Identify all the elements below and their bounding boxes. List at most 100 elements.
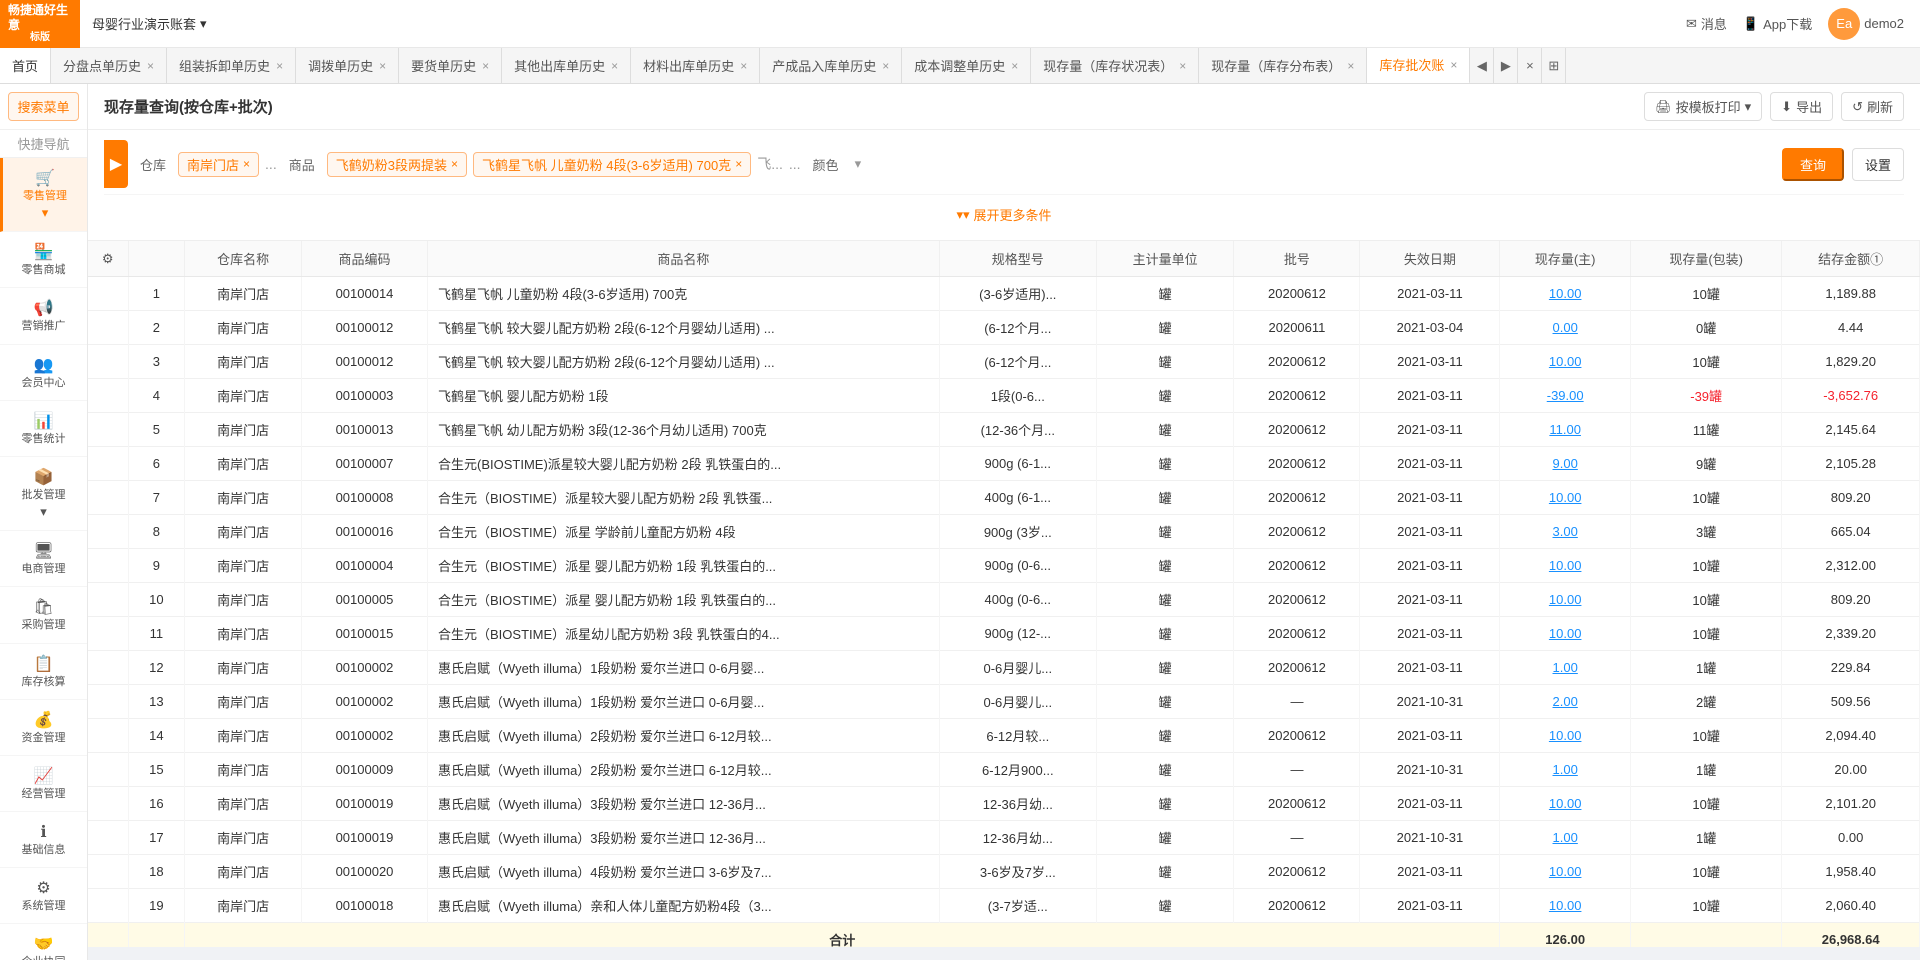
row-balance: 809.20 [1782, 583, 1920, 617]
sidebar-item-purchase[interactable]: 🛍 采购管理 [0, 587, 87, 643]
tab-nav-close[interactable]: × [1518, 48, 1542, 84]
tab-kucunpicizh-label: 库存批次账 [1379, 55, 1444, 74]
sidebar-item-inventory[interactable]: 📋 库存核算 [0, 644, 87, 700]
tab-chengben-label: 成本调整单历史 [914, 56, 1005, 75]
row-stock-main[interactable]: 10.00 [1500, 583, 1631, 617]
print-template-btn[interactable]: 🖨 按模板打印 ▾ [1644, 92, 1762, 121]
tab-fenpandian-close[interactable]: × [147, 59, 154, 73]
user-profile[interactable]: Ea demo2 [1828, 8, 1904, 40]
company-dropdown[interactable]: 母婴行业演示账套 ▾ [92, 14, 211, 33]
export-btn[interactable]: ⬇ 导出 [1770, 92, 1833, 121]
row-stock-main[interactable]: 10.00 [1500, 345, 1631, 379]
tab-qitachuku[interactable]: 其他出库单历史 × [502, 48, 631, 84]
product-filter-dots[interactable]: 飞... [757, 154, 783, 174]
tab-yaohuo[interactable]: 要货单历史 × [399, 48, 502, 84]
row-stock-main[interactable]: 10.00 [1500, 787, 1631, 821]
warehouse-tag-close[interactable]: × [243, 157, 250, 171]
tab-cailiaochu[interactable]: 材料出库单历史 × [631, 48, 760, 84]
tab-zuzhuang[interactable]: 组装拆卸单历史 × [167, 48, 296, 84]
tab-diaobo[interactable]: 调拨单历史 × [296, 48, 399, 84]
row-stock-main[interactable]: 10.00 [1500, 481, 1631, 515]
expand-more-btn[interactable]: ▾▾ 展开更多条件 [956, 201, 1051, 228]
row-spec: 12-36月幼... [939, 787, 1096, 821]
row-stock-main[interactable]: 3.00 [1500, 515, 1631, 549]
tab-fenpandian[interactable]: 分盘点单历史 × [51, 48, 167, 84]
sidebar-item-ecommerce[interactable]: 🖥 电商管理 [0, 531, 87, 587]
quick-nav-btn[interactable]: 快捷导航 [0, 130, 87, 158]
tab-chanchenpin-close[interactable]: × [882, 59, 889, 73]
row-stock-main[interactable]: -39.00 [1500, 379, 1631, 413]
export-label: 导出 [1796, 97, 1822, 116]
row-stock-main[interactable]: 10.00 [1500, 889, 1631, 923]
tab-kucunpicizh[interactable]: 库存批次账 × [1367, 48, 1470, 84]
col-settings[interactable]: ⚙ [88, 241, 128, 277]
row-stock-main[interactable]: 1.00 [1500, 753, 1631, 787]
row-stock-main[interactable]: 1.00 [1500, 821, 1631, 855]
sidebar-item-operations[interactable]: 📈 经营管理 [0, 756, 87, 812]
product-tag-1[interactable]: 飞鹤奶粉3段两提装 × [327, 152, 467, 177]
row-settings-cell [88, 447, 128, 481]
tab-chengben[interactable]: 成本调整单历史 × [902, 48, 1031, 84]
tab-nav-left[interactable]: ◀ [1470, 48, 1494, 84]
tab-nav-right[interactable]: ▶ [1494, 48, 1518, 84]
sidebar-item-finance[interactable]: 💰 资金管理 [0, 700, 87, 756]
row-batch: — [1234, 821, 1360, 855]
tab-cailiaochu-close[interactable]: × [740, 59, 747, 73]
sidebar-item-base-info[interactable]: ℹ 基础信息 [0, 812, 87, 868]
row-stock-main[interactable]: 11.00 [1500, 413, 1631, 447]
product-tag-1-close[interactable]: × [451, 157, 458, 171]
tab-xiancunliang1[interactable]: 现存量（库存状况表） × [1031, 48, 1199, 84]
refresh-btn[interactable]: ↺ 刷新 [1841, 92, 1904, 121]
row-balance: 1,189.88 [1782, 277, 1920, 311]
tab-chengben-close[interactable]: × [1011, 59, 1018, 73]
tab-qitachuku-close[interactable]: × [611, 59, 618, 73]
tab-xiancunliang2-close[interactable]: × [1347, 59, 1354, 73]
row-stock-main[interactable]: 10.00 [1500, 617, 1631, 651]
row-spec: 1段(0-6... [939, 379, 1096, 413]
row-stock-main[interactable]: 9.00 [1500, 447, 1631, 481]
product-tag-2-value: 飞鹤星飞帆 儿童奶粉 4段(3-6岁适用) 700克 [482, 155, 731, 174]
query-btn[interactable]: 查询 [1782, 148, 1844, 181]
print-icon: 🖨 [1655, 99, 1672, 115]
sidebar-item-batch-mgmt[interactable]: 📦 批发管理 ▾ [0, 457, 87, 531]
tab-xiancunliang1-close[interactable]: × [1179, 59, 1186, 73]
sidebar-item-system[interactable]: ⚙ 系统管理 [0, 868, 87, 924]
row-no: 19 [128, 889, 185, 923]
product-tag-2[interactable]: 飞鹤星飞帆 儿童奶粉 4段(3-6岁适用) 700克 × [473, 152, 751, 177]
row-expiry: 2021-03-11 [1360, 617, 1500, 651]
sidebar-item-retail-stats[interactable]: 📊 零售统计 [0, 401, 87, 457]
row-stock-main[interactable]: 2.00 [1500, 685, 1631, 719]
row-stock-main[interactable]: 10.00 [1500, 277, 1631, 311]
warehouse-tag[interactable]: 南岸门店 × [178, 152, 259, 177]
row-stock-main[interactable]: 10.00 [1500, 549, 1631, 583]
app-download-btn[interactable]: 📱 App下载 [1743, 14, 1812, 33]
tab-xiancunliang2[interactable]: 现存量（库存分布表） × [1199, 48, 1367, 84]
tab-yaohuo-close[interactable]: × [482, 59, 489, 73]
tab-diaobo-close[interactable]: × [379, 59, 386, 73]
table-row: 10 南岸门店 00100005 合生元（BIOSTIME）派星 婴儿配方奶粉 … [88, 583, 1920, 617]
message-btn[interactable]: ✉ 消息 [1686, 14, 1727, 33]
sidebar-item-retail-mgmt[interactable]: 🛒 零售管理 ▾ [0, 158, 87, 232]
sidebar-item-member-center[interactable]: 👥 会员中心 [0, 345, 87, 401]
tab-chanchenpin[interactable]: 产成品入库单历史 × [760, 48, 902, 84]
row-stock-main[interactable]: 1.00 [1500, 651, 1631, 685]
tab-nav-menu[interactable]: ⊞ [1542, 48, 1566, 84]
product-tag-2-close[interactable]: × [735, 157, 742, 171]
tab-home[interactable]: 首页 [0, 48, 51, 84]
row-stock-main[interactable]: 0.00 [1500, 311, 1631, 345]
row-stock-main[interactable]: 10.00 [1500, 719, 1631, 753]
table-row: 18 南岸门店 00100020 惠氏启赋（Wyeth illuma）4段奶粉 … [88, 855, 1920, 889]
warehouse-filter-dots[interactable]: ... [265, 156, 277, 172]
sidebar-item-enterprise[interactable]: 🤝 企业协同 [0, 924, 87, 960]
product-filter-more-dots[interactable]: ... [789, 156, 801, 172]
sidebar-item-retail-shop[interactable]: 🏪 零售商城 [0, 232, 87, 288]
color-filter-chevron[interactable]: ▾ [855, 156, 862, 172]
tab-kucunpicizh-close[interactable]: × [1450, 58, 1457, 72]
settings-btn[interactable]: 设置 [1852, 148, 1904, 181]
filter-expand-arrow[interactable]: ▶ [104, 140, 128, 188]
tab-zuzhuang-close[interactable]: × [276, 59, 283, 73]
row-stock-main[interactable]: 10.00 [1500, 855, 1631, 889]
row-batch: 20200612 [1234, 889, 1360, 923]
sidebar-item-marketing[interactable]: 📢 营销推广 [0, 288, 87, 344]
search-menu-button[interactable]: 搜索菜单 [8, 92, 79, 121]
